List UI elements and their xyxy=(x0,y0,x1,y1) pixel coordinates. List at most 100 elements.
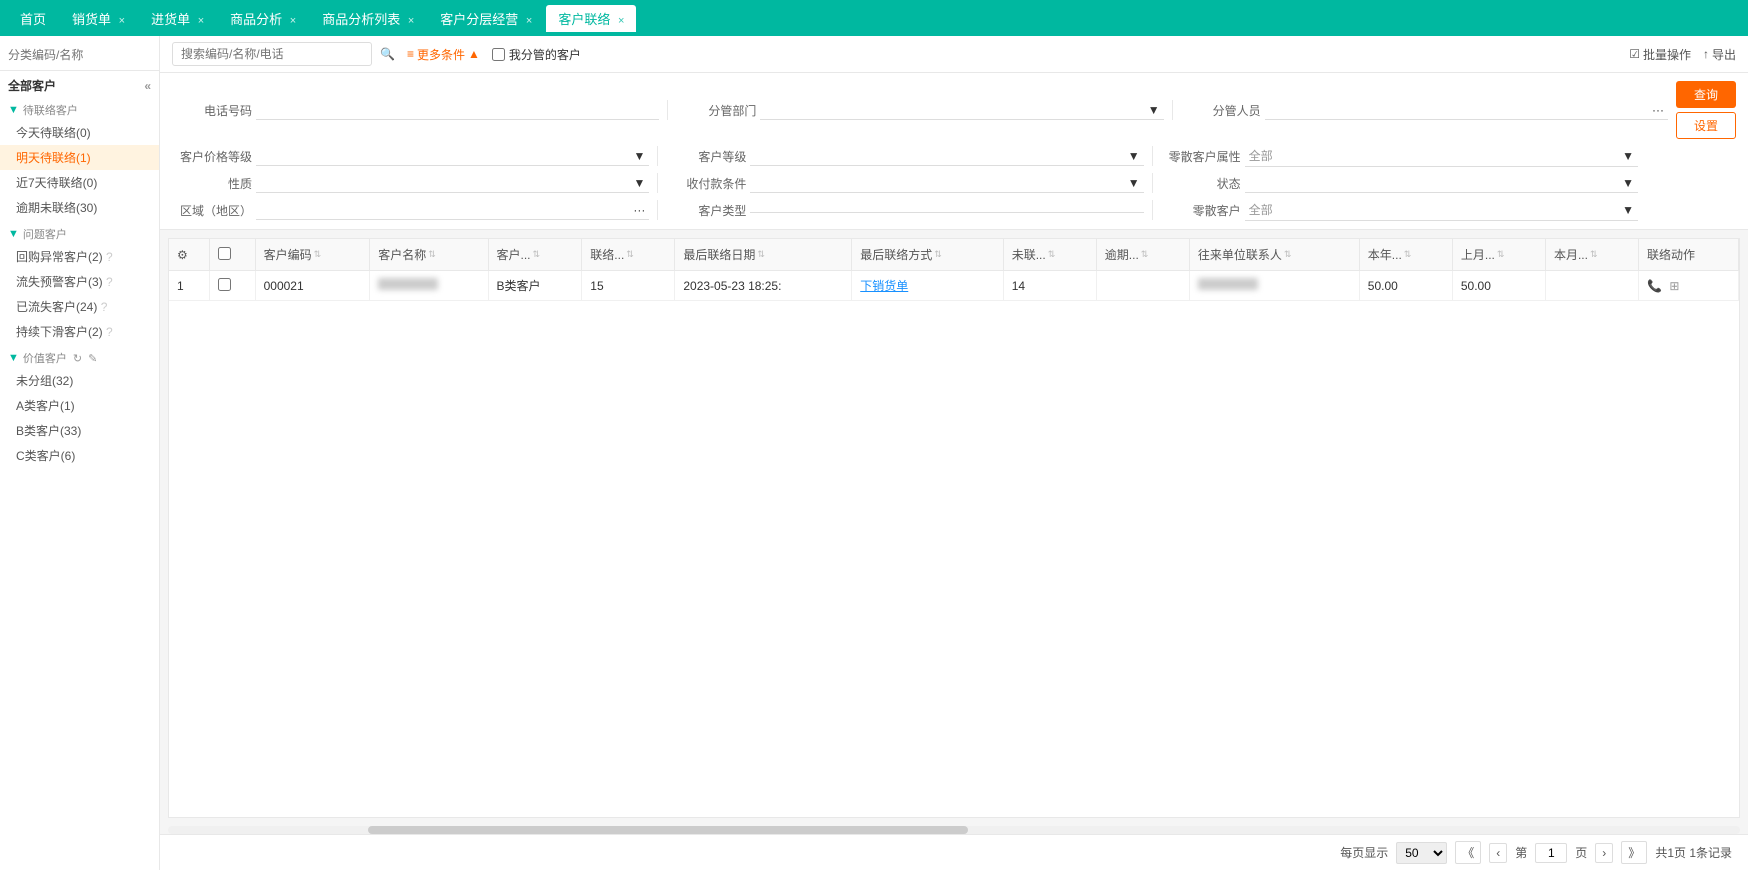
sort-icon-date[interactable]: ⇅ xyxy=(757,249,765,260)
sidebar-item-class-a[interactable]: A类客户(1) xyxy=(0,393,159,418)
nav-product-analysis-close[interactable]: × xyxy=(290,15,296,27)
col-last-date[interactable]: 最后联络日期 ⇅ xyxy=(675,239,852,271)
cust-type-select[interactable] xyxy=(750,208,1143,213)
nav-purchase[interactable]: 进货单 × xyxy=(139,5,216,32)
first-page-btn[interactable]: 《 xyxy=(1455,841,1481,864)
last-method-link[interactable]: 下销货单 xyxy=(860,279,908,293)
col-last-method[interactable]: 最后联络方式 ⇅ xyxy=(852,239,1003,271)
next-page-btn[interactable]: › xyxy=(1595,843,1613,863)
status-select[interactable]: ▼ xyxy=(1245,174,1638,193)
nav-sales-close[interactable]: × xyxy=(119,15,125,27)
col-this-year[interactable]: 本年... ⇅ xyxy=(1359,239,1452,271)
person-select[interactable]: ··· xyxy=(1265,101,1668,120)
payment-select[interactable]: ▼ xyxy=(750,174,1143,193)
row-checkbox[interactable] xyxy=(209,271,255,301)
page-input[interactable] xyxy=(1535,843,1567,863)
col-settings[interactable]: ⚙ xyxy=(169,239,209,271)
sort-icon-unit[interactable]: ⇅ xyxy=(1284,249,1292,260)
settings-button[interactable]: 设置 xyxy=(1676,112,1736,139)
col-name[interactable]: 客户名称 ⇅ xyxy=(370,239,488,271)
col-checkbox[interactable] xyxy=(209,239,255,271)
col-last-month[interactable]: 上月... ⇅ xyxy=(1452,239,1545,271)
scrollbar-thumb[interactable] xyxy=(368,826,968,834)
col-unit-contact[interactable]: 往来单位联系人 ⇅ xyxy=(1189,239,1359,271)
sidebar-item-churned[interactable]: 已流失客户(24) ? xyxy=(0,294,159,319)
sidebar-search-input[interactable] xyxy=(8,48,160,62)
row-name[interactable] xyxy=(370,271,488,301)
col-this-month[interactable]: 本月... ⇅ xyxy=(1545,239,1638,271)
nav-sales[interactable]: 销货单 × xyxy=(60,5,137,32)
nav-customer-contact-close[interactable]: × xyxy=(618,15,624,27)
nav-product-list[interactable]: 商品分析列表 × xyxy=(310,5,426,32)
help-icon-1[interactable]: ? xyxy=(106,250,113,264)
sidebar-item-class-b[interactable]: B类客户(33) xyxy=(0,418,159,443)
row-select-checkbox[interactable] xyxy=(218,278,231,291)
last-page-btn[interactable]: 》 xyxy=(1621,841,1647,864)
action-phone-icon[interactable]: 📞 xyxy=(1647,279,1662,293)
sidebar-item-overdue[interactable]: 逾期未联络(30) xyxy=(0,195,159,220)
query-button[interactable]: 查询 xyxy=(1676,81,1736,108)
row-last-method[interactable]: 下销货单 xyxy=(852,271,1003,301)
sort-icon-unlisted[interactable]: ⇅ xyxy=(1048,249,1056,260)
sort-icon-code[interactable]: ⇅ xyxy=(314,249,322,260)
sort-icon-year[interactable]: ⇅ xyxy=(1404,249,1412,260)
sort-icon-lmonth[interactable]: ⇅ xyxy=(1497,249,1505,260)
export-btn[interactable]: ↑ 导出 xyxy=(1703,46,1736,63)
batch-ops-btn[interactable]: ☑ 批量操作 xyxy=(1629,46,1691,63)
col-overdue[interactable]: 逾期... ⇅ xyxy=(1096,239,1189,271)
search-icon[interactable]: 🔍 xyxy=(380,47,395,61)
sidebar-item-churn-warning[interactable]: 流失预警客户(3) ? xyxy=(0,269,159,294)
nav-product-list-close[interactable]: × xyxy=(408,15,414,27)
gear-icon[interactable]: ⚙ xyxy=(177,248,188,262)
help-icon-3[interactable]: ? xyxy=(101,300,108,314)
nav-product-analysis[interactable]: 商品分析 × xyxy=(218,5,308,32)
sort-icon-tmonth[interactable]: ⇅ xyxy=(1590,249,1598,260)
my-customers-checkbox[interactable]: 我分管的客户 xyxy=(492,46,581,63)
help-icon-4[interactable]: ? xyxy=(106,325,113,339)
sidebar-all-customers[interactable]: 全部客户 « xyxy=(0,71,159,96)
row-actions[interactable]: 📞 ⊞ xyxy=(1639,271,1739,301)
per-page-select[interactable]: 50 10 20 100 xyxy=(1396,842,1447,864)
refresh-icon-value[interactable]: ↻ xyxy=(73,352,82,365)
nav-customer-tier-close[interactable]: × xyxy=(526,15,532,27)
nav-customer-contact[interactable]: 客户联络 × xyxy=(546,5,636,32)
col-code[interactable]: 客户编码 ⇅ xyxy=(255,239,370,271)
my-customers-check[interactable] xyxy=(492,48,505,61)
region-select[interactable]: ··· xyxy=(256,201,649,220)
col-unlisted[interactable]: 未联... ⇅ xyxy=(1003,239,1096,271)
sidebar-item-ungrouped[interactable]: 未分组(32) xyxy=(0,368,159,393)
sidebar-item-week[interactable]: 近7天待联络(0) xyxy=(0,170,159,195)
select-all-checkbox[interactable] xyxy=(218,247,231,260)
sidebar-item-tomorrow[interactable]: 明天待联络(1) xyxy=(0,145,159,170)
col-cust-type[interactable]: 客户... ⇅ xyxy=(488,239,582,271)
sidebar-item-repurchase-abnormal[interactable]: 回购异常客户(2) ? xyxy=(0,244,159,269)
price-grade-select[interactable]: ▼ xyxy=(256,147,649,166)
more-conditions-btn[interactable]: ≡ 更多条件 ▲ xyxy=(403,44,484,65)
nature-select[interactable]: ▼ xyxy=(256,174,649,193)
sidebar-item-class-c[interactable]: C类客户(6) xyxy=(0,443,159,468)
retail-cust-select[interactable]: 全部 ▼ xyxy=(1245,199,1638,221)
sort-icon-name[interactable]: ⇅ xyxy=(428,249,436,260)
sort-icon-overdue[interactable]: ⇅ xyxy=(1141,249,1149,260)
phone-input[interactable] xyxy=(256,101,659,120)
sort-icon-method[interactable]: ⇅ xyxy=(934,249,942,260)
search-input[interactable] xyxy=(172,42,372,66)
help-icon-2[interactable]: ? xyxy=(106,275,113,289)
sidebar-collapse-icon[interactable]: « xyxy=(144,79,151,93)
dept-select[interactable]: ▼ xyxy=(760,101,1163,120)
retail-attr-select[interactable]: 全部 ▼ xyxy=(1245,145,1638,167)
sort-icon-type[interactable]: ⇅ xyxy=(533,249,541,260)
col-contact-count[interactable]: 联络... ⇅ xyxy=(582,239,675,271)
cust-grade-select[interactable]: ▼ xyxy=(750,147,1143,166)
edit-icon-value[interactable]: ✎ xyxy=(88,352,97,365)
nav-purchase-close[interactable]: × xyxy=(198,15,204,27)
horizontal-scrollbar[interactable] xyxy=(168,826,1740,834)
action-grid-icon[interactable]: ⊞ xyxy=(1669,279,1679,293)
nav-customer-tier[interactable]: 客户分层经营 × xyxy=(428,5,544,32)
sort-icon-contact[interactable]: ⇅ xyxy=(626,249,634,260)
prev-page-btn[interactable]: ‹ xyxy=(1489,843,1507,863)
sidebar-item-today[interactable]: 今天待联络(0) xyxy=(0,120,159,145)
sidebar-item-declining[interactable]: 持续下滑客户(2) ? xyxy=(0,319,159,344)
customer-name-blurred xyxy=(378,278,438,290)
nav-home[interactable]: 首页 xyxy=(8,5,58,32)
